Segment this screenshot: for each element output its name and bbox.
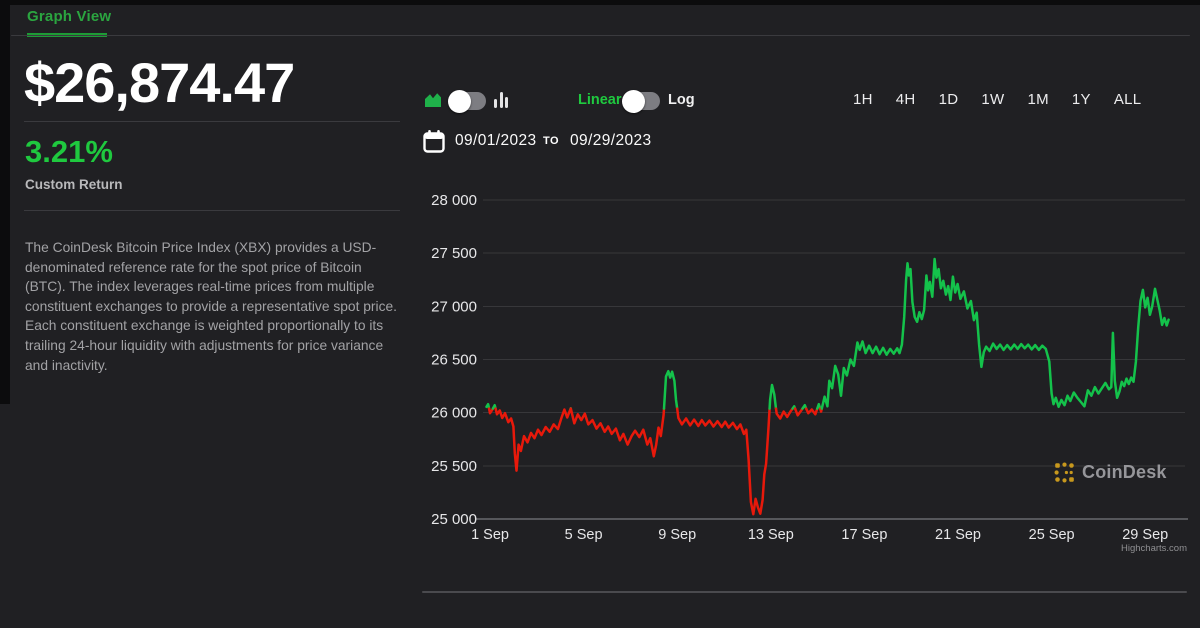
- coindesk-watermark-text: CoinDesk: [1082, 462, 1167, 482]
- y-axis-label: 26 000: [431, 405, 477, 422]
- range-button-1m[interactable]: 1M: [1027, 91, 1048, 108]
- divider: [24, 121, 400, 122]
- y-axis-label: 27 500: [431, 245, 477, 262]
- x-axis-label: 9 Sep: [658, 527, 696, 543]
- start-date-field[interactable]: 09/01/2023: [455, 132, 537, 150]
- change-percent: 3.21%: [25, 134, 113, 169]
- range-button-all[interactable]: ALL: [1114, 91, 1142, 108]
- toggle-knob: [622, 89, 645, 113]
- price-line-up-segment: [768, 383, 778, 410]
- x-axis-label: 21 Sep: [935, 527, 981, 543]
- x-axis-label: 25 Sep: [1029, 527, 1075, 543]
- x-axis-label: 17 Sep: [841, 527, 887, 543]
- coindesk-logo-icon: [1054, 462, 1074, 483]
- price-line-down-segment: [793, 407, 804, 417]
- time-range-selector: 1H 4H 1D 1W 1M 1Y ALL: [853, 91, 1141, 108]
- y-axis-label: 25 000: [431, 511, 477, 528]
- price-chart-svg: 25 000 25 500 26 000 26 500 27 000 27 500 28 0…: [431, 192, 1188, 543]
- price-line-down-segment: [774, 407, 794, 420]
- tab-graph-view[interactable]: Graph View: [27, 8, 112, 37]
- index-description: The CoinDesk Bitcoin Price Index (XBX) p…: [25, 240, 397, 373]
- toggle-knob: [448, 89, 471, 113]
- range-button-4h[interactable]: 4H: [896, 91, 916, 108]
- coindesk-watermark: CoinDesk: [1053, 461, 1167, 484]
- x-axis-label: 13 Sep: [748, 527, 794, 543]
- range-button-1d[interactable]: 1D: [939, 91, 959, 108]
- x-axis-label: 29 Sep: [1122, 527, 1168, 543]
- divider: [24, 210, 400, 211]
- y-axis-label: 28 000: [431, 192, 477, 209]
- highcharts-credit[interactable]: Highcharts.com: [1050, 543, 1187, 554]
- page-edge-top: [0, 0, 1200, 5]
- bar-chart-icon: [494, 91, 510, 109]
- current-price: $26,874.47: [24, 51, 295, 114]
- tab-graph-view-label: Graph View: [27, 8, 112, 25]
- price-line-down-segment: [675, 407, 771, 516]
- scale-linear-label[interactable]: Linear: [578, 92, 622, 108]
- tabbar-divider: [11, 35, 1190, 36]
- range-button-1h[interactable]: 1H: [853, 91, 873, 108]
- chart-type-toggle[interactable]: [448, 89, 486, 113]
- area-chart-icon: [425, 93, 441, 107]
- y-axis-label: 25 500: [431, 458, 477, 475]
- scale-log-label[interactable]: Log: [668, 92, 695, 108]
- price-line-up-segment: [820, 257, 1170, 410]
- date-range-separator: TO: [543, 135, 560, 147]
- price-line-down-segment: [804, 407, 819, 416]
- coindesk-price-widget: Graph View $26,874.47 3.21% Custom Retur…: [0, 0, 1200, 628]
- calendar-icon[interactable]: [423, 130, 445, 153]
- price-chart[interactable]: 25 000 25 500 26 000 26 500 27 000 27 500 28 0…: [422, 185, 1190, 570]
- x-axis-label: 5 Sep: [565, 527, 603, 543]
- range-button-1w[interactable]: 1W: [981, 91, 1004, 108]
- y-axis-label: 26 500: [431, 352, 477, 369]
- scale-toggle[interactable]: [622, 89, 660, 113]
- price-line-up-segment: [662, 369, 679, 410]
- range-button-1y[interactable]: 1Y: [1072, 91, 1091, 108]
- page-edge-left: [0, 0, 10, 404]
- price-line-down-segment: [569, 407, 666, 458]
- chart-bottom-divider: [422, 591, 1187, 593]
- price-line-down-segment: [494, 407, 572, 472]
- x-axis-label: 1 Sep: [471, 527, 509, 543]
- y-axis-label: 27 000: [431, 298, 477, 315]
- end-date-field[interactable]: 09/29/2023: [570, 132, 652, 150]
- change-label: Custom Return: [25, 177, 123, 192]
